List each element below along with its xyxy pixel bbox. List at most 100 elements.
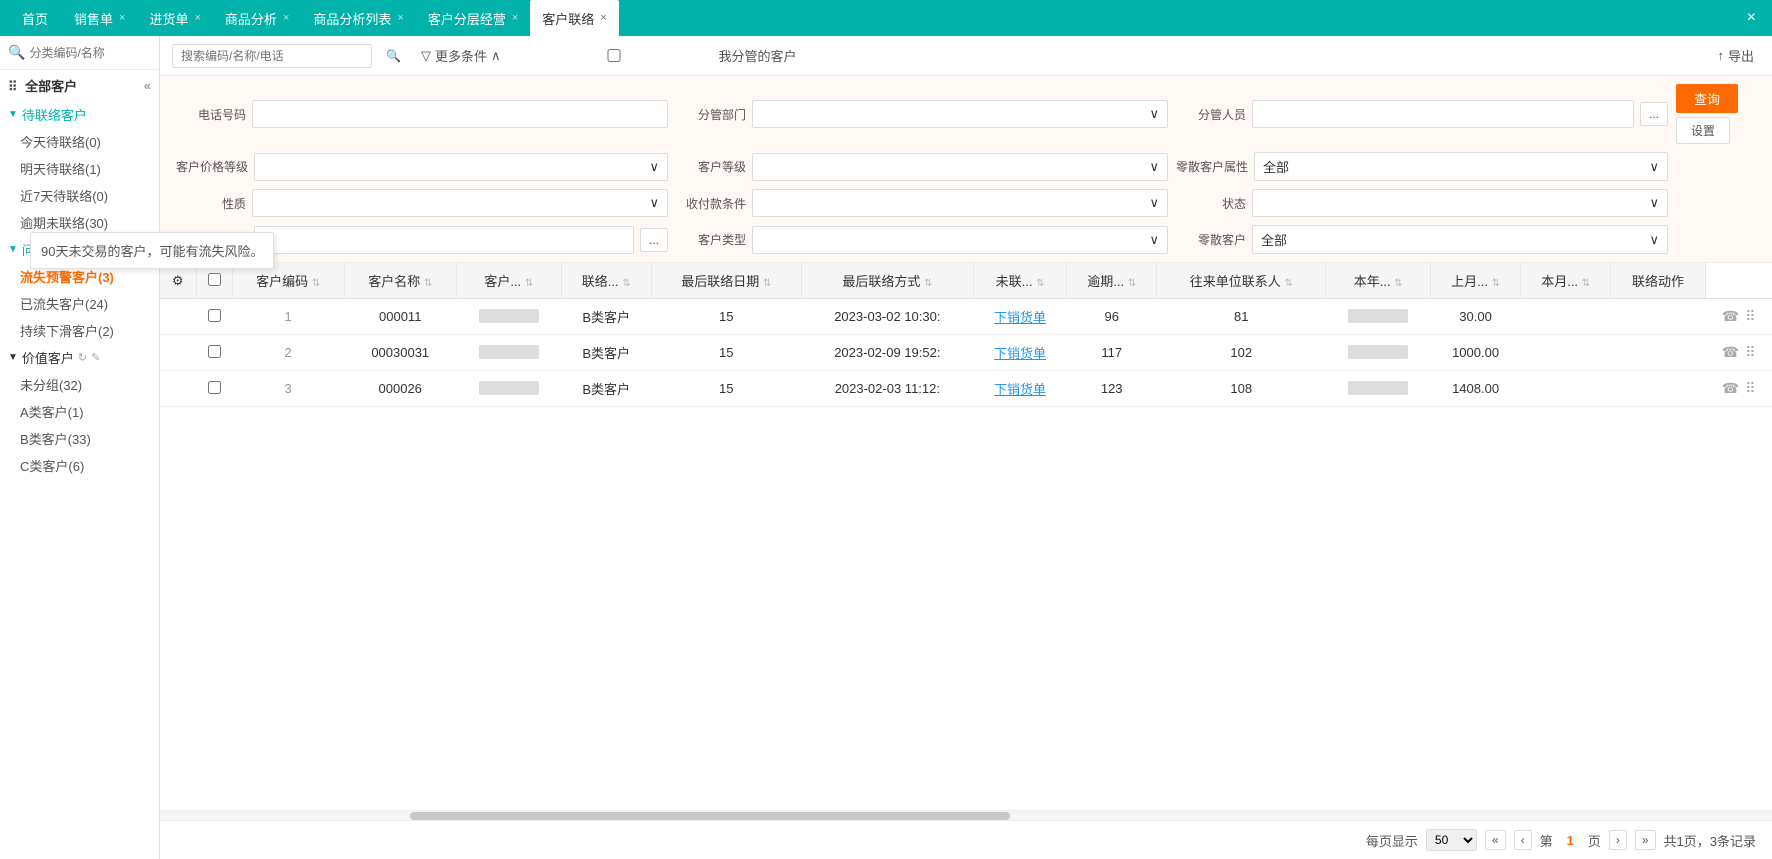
customer-type-select[interactable]: ∨ bbox=[752, 226, 1168, 254]
nav-home[interactable]: 首页 bbox=[8, 9, 62, 28]
col-header-uncontacted[interactable]: 未联... ⇅ bbox=[973, 263, 1066, 299]
sidebar-item-churned[interactable]: 已流失客户(24) bbox=[0, 290, 159, 317]
filter-phone: 电话号码 bbox=[176, 100, 668, 128]
sidebar-group-pending[interactable]: ▼ 待联络客户 bbox=[0, 101, 159, 128]
row2-action: ☎ ⠿ bbox=[1705, 335, 1772, 371]
col-header-name[interactable]: 客户名称 ⇅ bbox=[344, 263, 456, 299]
sidebar-search-input[interactable] bbox=[29, 46, 160, 60]
row3-contact-icon[interactable]: ☎ bbox=[1722, 380, 1739, 397]
sidebar-item-ungroup[interactable]: 未分组(32) bbox=[0, 371, 159, 398]
sidebar-group-value[interactable]: ▼ 价值客户 ↻ ✎ bbox=[0, 344, 159, 371]
close-icon[interactable]: × bbox=[119, 12, 125, 24]
row3-num: 3 bbox=[232, 371, 344, 407]
customer-level-select[interactable]: ∨ bbox=[752, 153, 1168, 181]
row3-select[interactable] bbox=[208, 381, 221, 394]
sparse-attr-select[interactable]: 全部 ∨ bbox=[1254, 152, 1668, 181]
select-all-checkbox[interactable] bbox=[208, 273, 221, 286]
row1-num: 1 bbox=[232, 299, 344, 335]
price-level-select[interactable]: ∨ bbox=[254, 153, 668, 181]
filter-status: 状态 ∨ bbox=[1176, 189, 1668, 217]
scrollbar-thumb[interactable] bbox=[410, 812, 1010, 820]
phone-input[interactable] bbox=[252, 100, 668, 128]
col-header-type[interactable]: 客户... ⇅ bbox=[456, 263, 561, 299]
my-customers-checkbox-label[interactable]: 我分管的客户 bbox=[514, 46, 796, 65]
close-icon[interactable]: × bbox=[194, 12, 200, 24]
region-dots-btn[interactable]: ... bbox=[640, 228, 668, 252]
nav-tab-sales[interactable]: 销售单 × bbox=[62, 0, 137, 36]
query-btn[interactable]: 查询 bbox=[1676, 84, 1738, 113]
nature-select[interactable]: ∨ bbox=[252, 189, 668, 217]
close-icon[interactable]: × bbox=[283, 12, 289, 24]
row1-this-month bbox=[1611, 299, 1706, 335]
last-page-btn[interactable]: » bbox=[1635, 830, 1656, 850]
nav-tab-customer-contact[interactable]: 客户联络 × bbox=[530, 0, 618, 36]
price-level-label: 客户价格等级 bbox=[176, 158, 248, 175]
row2-contact-icon[interactable]: ☎ bbox=[1722, 344, 1739, 361]
status-label: 状态 bbox=[1176, 195, 1246, 212]
refresh-icon[interactable]: ↻ bbox=[78, 351, 87, 364]
region-select[interactable] bbox=[254, 226, 634, 254]
nav-tab-analysis-list[interactable]: 商品分析列表 × bbox=[301, 0, 415, 36]
nav-tab-analysis[interactable]: 商品分析 × bbox=[213, 0, 301, 36]
search-btn[interactable]: 🔍 bbox=[380, 45, 407, 67]
sparse-customer-select[interactable]: 全部 ∨ bbox=[1252, 225, 1668, 254]
horizontal-scrollbar[interactable] bbox=[160, 810, 1772, 820]
more-conditions-btn[interactable]: ▽ 更多条件 ∧ bbox=[415, 42, 507, 69]
row1-last-method[interactable]: 下销货单 bbox=[973, 299, 1066, 335]
row3-contact2 bbox=[1326, 371, 1431, 407]
per-page-select[interactable]: 50 100 200 bbox=[1426, 829, 1477, 851]
row1-select[interactable] bbox=[208, 309, 221, 322]
filter-price-level: 客户价格等级 ∨ bbox=[176, 153, 668, 181]
row2-more-icon[interactable]: ⠿ bbox=[1745, 344, 1755, 361]
sidebar-item-tomorrow[interactable]: 明天待联络(1) bbox=[0, 155, 159, 182]
col-header-last-month[interactable]: 上月... ⇅ bbox=[1431, 263, 1521, 299]
row1-contact-icon[interactable]: ☎ bbox=[1722, 308, 1739, 325]
row1-settings bbox=[160, 299, 196, 335]
col-header-this-year[interactable]: 本年... ⇅ bbox=[1326, 263, 1431, 299]
status-select[interactable]: ∨ bbox=[1252, 189, 1668, 217]
sidebar-item-today[interactable]: 今天待联络(0) bbox=[0, 128, 159, 155]
col-header-this-month[interactable]: 本月... ⇅ bbox=[1521, 263, 1611, 299]
col-header-contact2[interactable]: 往来单位联系人 ⇅ bbox=[1157, 263, 1326, 299]
row2-overdue: 102 bbox=[1157, 335, 1326, 371]
sidebar-item-b-class[interactable]: B类客户(33) bbox=[0, 425, 159, 452]
nav-tab-purchase[interactable]: 进货单 × bbox=[137, 0, 212, 36]
col-header-last-date[interactable]: 最后联络日期 ⇅ bbox=[651, 263, 801, 299]
prev-page-btn[interactable]: ‹ bbox=[1514, 830, 1532, 850]
my-customers-checkbox[interactable] bbox=[514, 49, 714, 62]
search-input[interactable] bbox=[172, 44, 372, 68]
settings-btn[interactable]: 设置 bbox=[1676, 117, 1730, 144]
total-label: 共1页，3条记录 bbox=[1664, 831, 1756, 850]
sidebar-item-7days[interactable]: 近7天待联络(0) bbox=[0, 182, 159, 209]
row1-last-month bbox=[1521, 299, 1611, 335]
nav-tab-customer-layer[interactable]: 客户分层经营 × bbox=[416, 0, 530, 36]
col-header-contact[interactable]: 联络... ⇅ bbox=[561, 263, 651, 299]
col-header-overdue[interactable]: 逾期... ⇅ bbox=[1067, 263, 1157, 299]
sidebar-root-label[interactable]: ⠿ 全部客户 « bbox=[0, 70, 159, 101]
row2-contact: 15 bbox=[651, 335, 801, 371]
manager-select[interactable] bbox=[1252, 100, 1634, 128]
sidebar-item-a-class[interactable]: A类客户(1) bbox=[0, 398, 159, 425]
sidebar-item-declining[interactable]: 持续下滑客户(2) bbox=[0, 317, 159, 344]
first-page-btn[interactable]: « bbox=[1485, 830, 1506, 850]
next-page-btn[interactable]: › bbox=[1609, 830, 1627, 850]
edit-icon[interactable]: ✎ bbox=[91, 351, 100, 364]
close-icon[interactable]: × bbox=[512, 12, 518, 24]
sidebar-item-c-class[interactable]: C类客户(6) bbox=[0, 452, 159, 479]
row3-last-date: 2023-02-03 11:12: bbox=[801, 371, 973, 407]
dept-select[interactable]: ∨ bbox=[752, 100, 1168, 128]
payment-select[interactable]: ∨ bbox=[752, 189, 1168, 217]
window-close-icon[interactable]: × bbox=[1739, 9, 1764, 27]
close-icon[interactable]: × bbox=[600, 12, 606, 24]
row3-last-method[interactable]: 下销货单 bbox=[973, 371, 1066, 407]
col-header-last-method[interactable]: 最后联络方式 ⇅ bbox=[801, 263, 973, 299]
row2-last-method[interactable]: 下销货单 bbox=[973, 335, 1066, 371]
row2-select[interactable] bbox=[208, 345, 221, 358]
export-btn[interactable]: ↑ 导出 bbox=[1711, 42, 1760, 69]
manager-dots-btn[interactable]: ... bbox=[1640, 102, 1668, 126]
row1-more-icon[interactable]: ⠿ bbox=[1745, 308, 1755, 325]
filter-manager: 分管人员 ... bbox=[1176, 100, 1668, 128]
row3-more-icon[interactable]: ⠿ bbox=[1745, 380, 1755, 397]
table-header-row: ⚙ 客户编码 ⇅ 客户名称 ⇅ 客户... ⇅ 联络... ⇅ 最后联络日期 ⇅… bbox=[160, 263, 1772, 299]
close-icon[interactable]: × bbox=[397, 12, 403, 24]
